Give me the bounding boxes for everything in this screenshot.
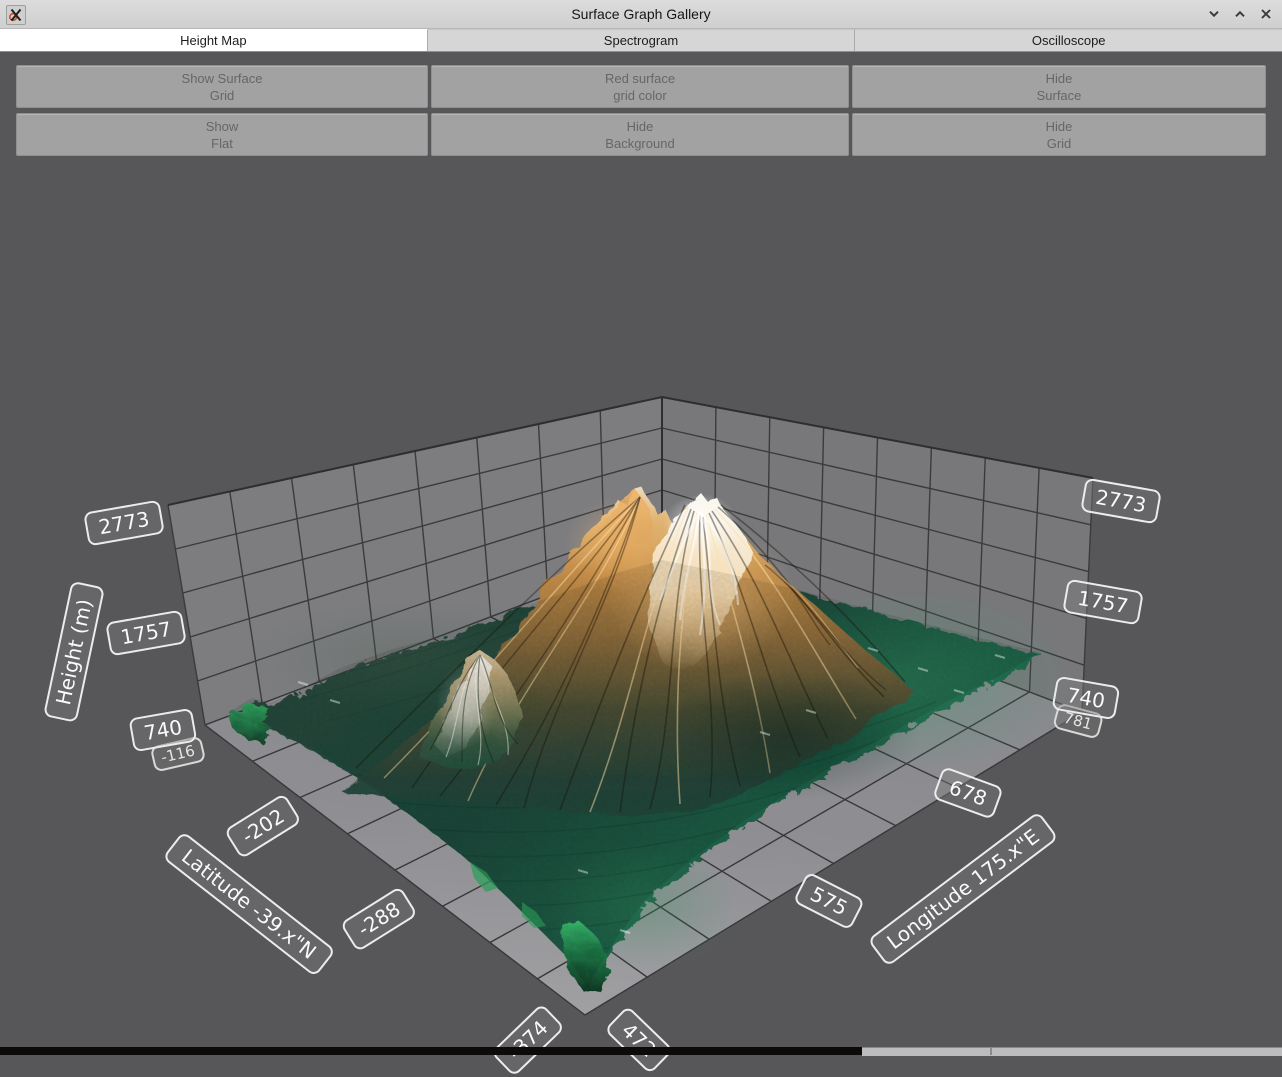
tab-spectrogram[interactable]: Spectrogram bbox=[428, 29, 856, 51]
bottom-strip-dark bbox=[0, 1047, 862, 1055]
hide-background-button[interactable]: Hide Background bbox=[431, 113, 849, 156]
window-minimize-icon[interactable] bbox=[1206, 6, 1222, 22]
red-surface-grid-color-button[interactable]: Red surface grid color bbox=[431, 65, 849, 108]
chart-back-walls bbox=[168, 397, 1093, 725]
tab-bar: Height Map Spectrogram Oscilloscope bbox=[0, 29, 1282, 52]
terrain-surface bbox=[200, 480, 1075, 1025]
bottom-strip-divider bbox=[990, 1047, 992, 1055]
show-flat-button[interactable]: Show Flat bbox=[16, 113, 428, 156]
surface-graph-canvas bbox=[0, 0, 1282, 1055]
toolbar: Show Surface Grid Red surface grid color… bbox=[16, 65, 1266, 156]
window-close-icon[interactable] bbox=[1258, 6, 1274, 22]
tab-height-map[interactable]: Height Map bbox=[0, 29, 428, 51]
hide-surface-button[interactable]: Hide Surface bbox=[852, 65, 1266, 108]
surface-3d-view[interactable] bbox=[0, 0, 1282, 1055]
window-titlebar[interactable]: Surface Graph Gallery bbox=[0, 0, 1282, 29]
show-surface-grid-button[interactable]: Show Surface Grid bbox=[16, 65, 428, 108]
tab-oscilloscope[interactable]: Oscilloscope bbox=[855, 29, 1282, 51]
window-maximize-icon[interactable] bbox=[1232, 6, 1248, 22]
hide-grid-button[interactable]: Hide Grid bbox=[852, 113, 1266, 156]
window-title: Surface Graph Gallery bbox=[0, 0, 1282, 28]
